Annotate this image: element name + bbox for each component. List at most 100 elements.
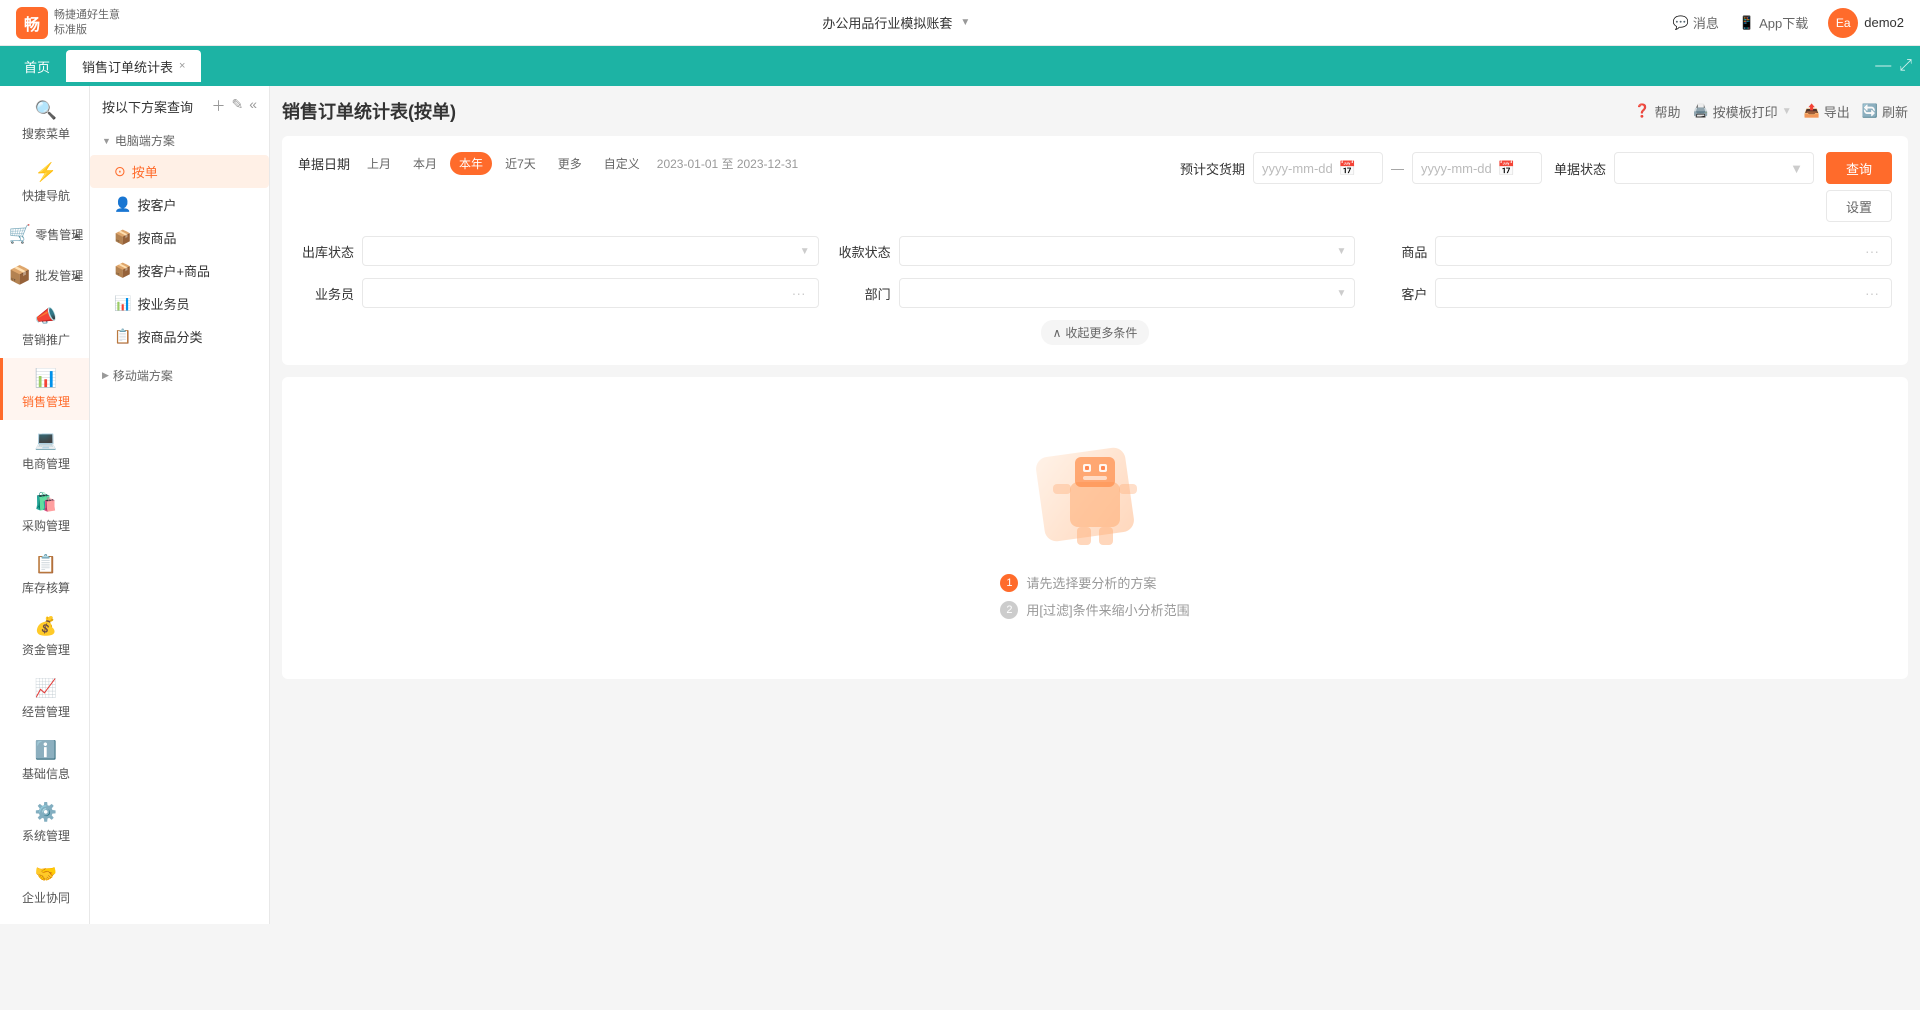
print-icon: 🖨️ bbox=[1692, 103, 1708, 119]
settings-button[interactable]: 设置 bbox=[1826, 190, 1892, 222]
left-panel-title: 按以下方案查询 bbox=[102, 97, 193, 116]
tip-number-2: 2 bbox=[1000, 601, 1018, 619]
refresh-button[interactable]: 🔄 刷新 bbox=[1862, 102, 1908, 121]
sidebar-item-quick-nav[interactable]: ⚡ 快捷导航 bbox=[0, 152, 89, 214]
tab-home[interactable]: 首页 bbox=[8, 50, 66, 82]
edit-scheme-button[interactable]: ✎ bbox=[231, 96, 243, 116]
filter-card: 单据日期 上月 本月 本年 近7天 更多 自定义 2023-01-01 至 20… bbox=[282, 136, 1908, 365]
by-product-category-icon: 📋 bbox=[114, 328, 131, 345]
sidebar-label-marketing: 营销推广 bbox=[22, 331, 70, 348]
sidebar-item-retail[interactable]: 🛒 零售管理 ▲ bbox=[0, 214, 89, 255]
scheme-item-by-customer-product[interactable]: 📦 按客户+商品 bbox=[90, 254, 269, 287]
forecast-end-calendar-icon: 📅 bbox=[1498, 160, 1515, 177]
tab-sales-label: 销售订单统计表 bbox=[82, 57, 173, 76]
salesperson-more-icon[interactable]: ··· bbox=[788, 285, 810, 301]
tab-maximize-btn[interactable]: ⤢ bbox=[1899, 57, 1912, 75]
receive-status-field: 收款状态 ▼ bbox=[835, 236, 1356, 266]
print-button[interactable]: 🖨️ 按模板打印 ▼ bbox=[1692, 102, 1791, 121]
add-scheme-button[interactable]: ＋ bbox=[211, 96, 225, 116]
sales-mgmt-icon: 📊 bbox=[35, 368, 57, 389]
sidebar-label-sales-mgmt: 销售管理 bbox=[22, 393, 70, 410]
sidebar-item-wholesale[interactable]: 📦 批发管理 ▲ bbox=[0, 255, 89, 296]
forecast-date-start-picker[interactable]: yyyy-mm-dd 📅 bbox=[1253, 152, 1383, 184]
customer-input[interactable]: ··· bbox=[1435, 278, 1892, 308]
out-status-select[interactable]: ▼ bbox=[362, 236, 819, 266]
message-icon: 💬 bbox=[1673, 15, 1689, 31]
left-panel-header: 按以下方案查询 ＋ ✎ « bbox=[90, 86, 269, 126]
by-order-icon: ⊙ bbox=[114, 163, 126, 180]
sidebar-label-quick-nav: 快捷导航 bbox=[22, 187, 70, 204]
status-select[interactable]: ▼ bbox=[1614, 152, 1814, 184]
user-area[interactable]: Ea demo2 bbox=[1828, 8, 1904, 38]
sidebar-item-finance[interactable]: 💰 资金管理 bbox=[0, 606, 89, 668]
tab-bar: 首页 销售订单统计表 × — ⤢ bbox=[0, 46, 1920, 86]
avatar: Ea bbox=[1828, 8, 1858, 38]
refresh-label: 刷新 bbox=[1882, 102, 1908, 121]
date-range-text: 2023-01-01 至 2023-12-31 bbox=[657, 155, 798, 172]
receive-status-select[interactable]: ▼ bbox=[899, 236, 1356, 266]
page-title: 销售订单统计表(按单) bbox=[282, 98, 456, 124]
sidebar-item-purchase[interactable]: 🛍️ 采购管理 bbox=[0, 482, 89, 544]
pc-scheme-group: ▼ 电脑端方案 ⊙ 按单 👤 按客户 📦 按商品 📦 按客户+商品 📊 按业 bbox=[90, 126, 269, 361]
content-area: 1 请先选择要分析的方案 2 用[过滤]条件来缩小分析范围 bbox=[282, 377, 1908, 679]
customer-field: 客户 ··· bbox=[1371, 278, 1892, 308]
help-button[interactable]: ❓ 帮助 bbox=[1634, 102, 1680, 121]
date-btn-custom[interactable]: 自定义 bbox=[595, 152, 649, 175]
by-customer-icon: 👤 bbox=[114, 196, 131, 213]
scheme-item-by-order[interactable]: ⊙ 按单 bbox=[90, 155, 269, 188]
workspace-selector[interactable]: 办公用品行业模拟账套 ▼ bbox=[822, 13, 970, 32]
sidebar-item-corp-collab[interactable]: 🤝 企业协同 bbox=[0, 854, 89, 916]
receive-status-label: 收款状态 bbox=[835, 242, 891, 261]
scheme-item-by-product[interactable]: 📦 按商品 bbox=[90, 221, 269, 254]
mobile-scheme-group: ▶ 移动端方案 bbox=[90, 361, 269, 398]
mobile-group-label: 移动端方案 bbox=[113, 367, 173, 384]
sidebar-item-new-guide[interactable]: 🎯 新手引导 bbox=[0, 916, 89, 924]
customer-more-icon[interactable]: ··· bbox=[1861, 285, 1883, 301]
forecast-date-end-picker[interactable]: yyyy-mm-dd 📅 bbox=[1412, 152, 1542, 184]
date-btn-this-year[interactable]: 本年 bbox=[450, 152, 492, 175]
query-button[interactable]: 查询 bbox=[1826, 152, 1892, 184]
logo-letter: 畅 bbox=[24, 11, 40, 35]
collapse-more-button[interactable]: ∧ 收起更多条件 bbox=[1041, 320, 1150, 345]
date-btn-this-month[interactable]: 本月 bbox=[404, 152, 446, 175]
sidebar-item-basic[interactable]: ℹ️ 基础信息 bbox=[0, 730, 89, 792]
dept-select[interactable]: ▼ bbox=[899, 278, 1356, 308]
app-download-button[interactable]: 📱 App下载 bbox=[1739, 13, 1808, 32]
sidebar-item-system[interactable]: ⚙️ 系统管理 bbox=[0, 792, 89, 854]
empty-tip-2: 2 用[过滤]条件来缩小分析范围 bbox=[1000, 600, 1189, 619]
messages-label: 消息 bbox=[1693, 13, 1719, 32]
export-button[interactable]: 📤 导出 bbox=[1804, 102, 1850, 121]
sidebar-label-purchase: 采购管理 bbox=[22, 517, 70, 534]
collapse-panel-button[interactable]: « bbox=[249, 96, 257, 116]
sidebar-item-ecommerce[interactable]: 💻 电商管理 bbox=[0, 420, 89, 482]
scheme-label-by-salesperson: 按业务员 bbox=[137, 294, 189, 313]
finance-icon: 💰 bbox=[35, 616, 57, 637]
tab-close-icon[interactable]: × bbox=[179, 60, 185, 72]
mobile-scheme-group-header[interactable]: ▶ 移动端方案 bbox=[90, 361, 269, 390]
help-icon: ❓ bbox=[1634, 103, 1650, 119]
date-btn-last-7-days[interactable]: 近7天 bbox=[496, 152, 545, 175]
avatar-text: Ea bbox=[1836, 16, 1851, 30]
date-btn-last-month[interactable]: 上月 bbox=[358, 152, 400, 175]
salesperson-input[interactable]: ··· bbox=[362, 278, 819, 308]
tab-sales-order-stats[interactable]: 销售订单统计表 × bbox=[66, 50, 201, 82]
forecast-date-label: 预计交货期 bbox=[1180, 159, 1245, 178]
date-btn-more[interactable]: 更多 bbox=[549, 152, 591, 175]
scheme-item-by-product-category[interactable]: 📋 按商品分类 bbox=[90, 320, 269, 353]
forecast-start-placeholder: yyyy-mm-dd bbox=[1262, 161, 1333, 176]
sidebar-item-inventory[interactable]: 📋 库存核算 bbox=[0, 544, 89, 606]
tab-minimize-btn[interactable]: — bbox=[1875, 57, 1891, 75]
pc-scheme-group-header[interactable]: ▼ 电脑端方案 bbox=[90, 126, 269, 155]
forecast-start-calendar-icon: 📅 bbox=[1339, 160, 1356, 177]
goods-input[interactable]: ··· bbox=[1435, 236, 1892, 266]
sidebar-item-marketing[interactable]: 📣 营销推广 bbox=[0, 296, 89, 358]
scheme-item-by-customer[interactable]: 👤 按客户 bbox=[90, 188, 269, 221]
workspace-dropdown-icon[interactable]: ▼ bbox=[960, 17, 970, 28]
goods-more-icon[interactable]: ··· bbox=[1861, 243, 1883, 259]
sidebar-item-sales-mgmt[interactable]: 📊 销售管理 bbox=[0, 358, 89, 420]
left-panel-actions: ＋ ✎ « bbox=[211, 96, 257, 116]
sidebar-item-search-menu[interactable]: 🔍 搜索菜单 bbox=[0, 90, 89, 152]
scheme-item-by-salesperson[interactable]: 📊 按业务员 bbox=[90, 287, 269, 320]
messages-button[interactable]: 💬 消息 bbox=[1673, 13, 1719, 32]
sidebar-item-ops[interactable]: 📈 经营管理 bbox=[0, 668, 89, 730]
